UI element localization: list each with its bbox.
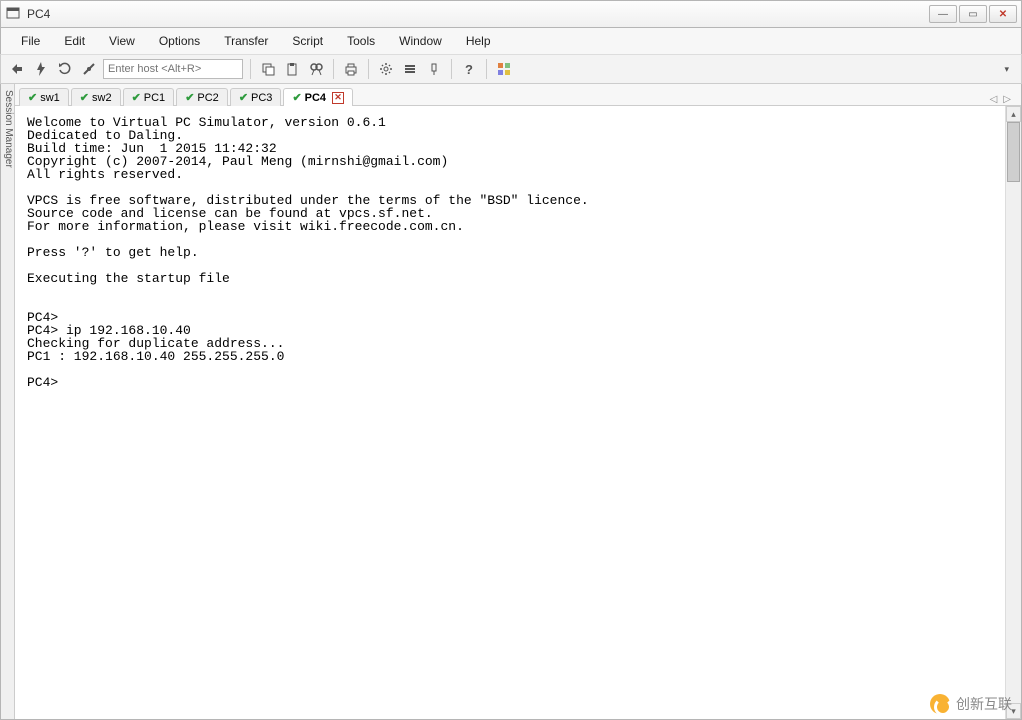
main-area: Session Manager ✔sw1 ✔sw2 ✔PC1 ✔PC2 ✔PC3… (0, 84, 1022, 720)
tab-pc4[interactable]: ✔ PC4 ✕ (283, 88, 353, 106)
minimize-button[interactable]: — (929, 5, 957, 23)
separator (451, 59, 452, 79)
tab-label: sw2 (92, 92, 112, 104)
help-icon[interactable]: ? (459, 59, 479, 79)
watermark-logo-icon (930, 694, 950, 714)
tab-label: PC3 (251, 92, 272, 104)
separator (368, 59, 369, 79)
menubar: File Edit View Options Transfer Script T… (0, 28, 1022, 54)
tab-next-icon[interactable]: ▷ (1003, 94, 1011, 105)
tab-label: sw1 (40, 92, 60, 104)
app-tile-icon[interactable] (494, 59, 514, 79)
close-tab-icon[interactable]: ✕ (332, 92, 344, 104)
tab-pc1[interactable]: ✔PC1 (123, 88, 175, 106)
separator (486, 59, 487, 79)
session-manager-sidebar[interactable]: Session Manager (1, 84, 15, 719)
tab-label: PC4 (305, 92, 326, 104)
close-button[interactable]: ✕ (989, 5, 1017, 23)
svg-text:?: ? (465, 62, 473, 76)
host-input[interactable] (103, 59, 243, 79)
menu-help[interactable]: Help (456, 31, 501, 51)
app-icon (5, 6, 21, 22)
terminal-output[interactable]: Welcome to Virtual PC Simulator, version… (15, 106, 1005, 719)
window-title: PC4 (27, 7, 929, 21)
vertical-scrollbar[interactable]: ▴ ▾ (1005, 106, 1021, 719)
check-icon: ✔ (28, 91, 37, 104)
tabstrip: ✔sw1 ✔sw2 ✔PC1 ✔PC2 ✔PC3 ✔PC4✕ ◁ ▷ (15, 84, 1021, 106)
toolbar: ? ▾ (0, 54, 1022, 84)
connect-icon[interactable] (7, 59, 27, 79)
menu-edit[interactable]: Edit (54, 31, 95, 51)
check-icon: ✔ (239, 91, 248, 104)
watermark: 创新互联 (930, 694, 1012, 714)
session-options-icon[interactable] (400, 59, 420, 79)
maximize-button[interactable]: ▭ (959, 5, 987, 23)
toolbar-overflow-icon[interactable]: ▾ (1004, 64, 1015, 75)
check-icon: ✔ (292, 91, 301, 104)
menu-file[interactable]: File (11, 31, 50, 51)
find-icon[interactable] (306, 59, 326, 79)
settings-icon[interactable] (376, 59, 396, 79)
copy-icon[interactable] (258, 59, 278, 79)
scroll-up-icon[interactable]: ▴ (1006, 106, 1021, 122)
tab-prev-icon[interactable]: ◁ (990, 94, 998, 105)
titlebar: PC4 — ▭ ✕ (0, 0, 1022, 28)
quick-connect-icon[interactable] (31, 59, 51, 79)
menu-transfer[interactable]: Transfer (214, 31, 278, 51)
check-icon: ✔ (185, 91, 194, 104)
tab-label: PC2 (197, 92, 218, 104)
scroll-thumb[interactable] (1007, 122, 1020, 182)
menu-window[interactable]: Window (389, 31, 452, 51)
paste-icon[interactable] (282, 59, 302, 79)
menu-script[interactable]: Script (282, 31, 333, 51)
disconnect-icon[interactable] (79, 59, 99, 79)
menu-view[interactable]: View (99, 31, 145, 51)
watermark-text: 创新互联 (956, 694, 1012, 714)
check-icon: ✔ (80, 91, 89, 104)
tab-label: PC1 (144, 92, 165, 104)
print-icon[interactable] (341, 59, 361, 79)
separator (250, 59, 251, 79)
toggle-icon[interactable] (424, 59, 444, 79)
reconnect-icon[interactable] (55, 59, 75, 79)
menu-tools[interactable]: Tools (337, 31, 385, 51)
tab-pc3[interactable]: ✔PC3 (230, 88, 282, 106)
menu-options[interactable]: Options (149, 31, 210, 51)
tab-sw2[interactable]: ✔sw2 (71, 88, 121, 106)
check-icon: ✔ (132, 91, 141, 104)
separator (333, 59, 334, 79)
tab-pc2[interactable]: ✔PC2 (176, 88, 228, 106)
tab-sw1[interactable]: ✔sw1 (19, 88, 69, 106)
